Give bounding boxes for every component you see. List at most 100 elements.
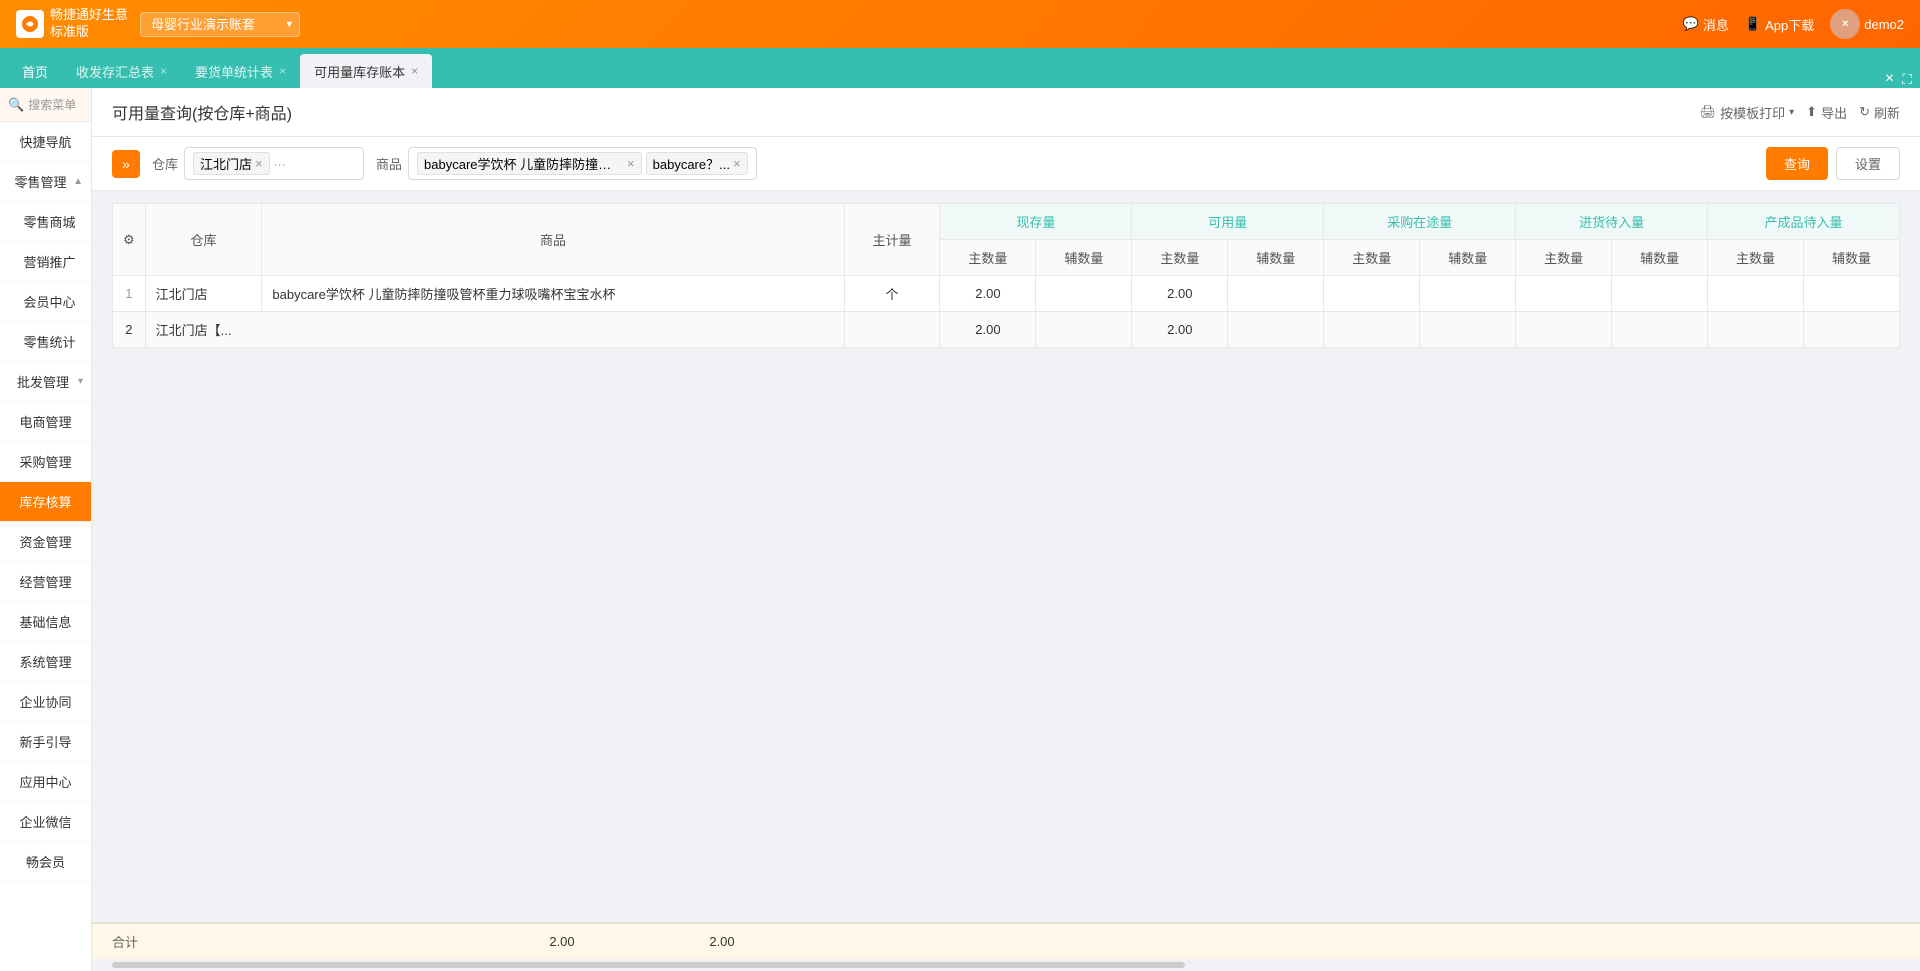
tab-keyongliang[interactable]: 可用量库存账本 × [300,54,432,88]
cell-main-unit: 个 [844,276,940,312]
col-available-main-header: 主数量 [1132,240,1228,276]
settings-icon: ⚙ [123,232,135,247]
close-all-tabs[interactable]: × [1885,70,1894,88]
refresh-icon: ↻ [1859,104,1870,120]
subtotal-purchase-aux [1420,312,1516,348]
sidebar-item-quick-nav[interactable]: 快捷导航 [0,122,91,162]
avatar: × [1830,9,1860,39]
cell-purchase-main [1324,276,1420,312]
page-actions: 🖨 按模板打印 ▾ ⬆ 导出 ↻ 刷新 [1700,103,1900,122]
warehouse-input[interactable]: 江北门店 × ··· [184,147,364,180]
user-avatar[interactable]: × demo2 [1830,9,1904,39]
export-button[interactable]: ⬆ 导出 [1806,103,1847,122]
data-table: ⚙ 仓库 商品 主计量 现存量 可用量 采购在途量 进货待入量 [112,203,1900,348]
message-button[interactable]: 💬 消息 [1683,15,1729,34]
table-row: 1 江北门店 babycare学饮杯 儿童防摔防撞吸管杯重力球吸嘴杯宝宝水杯 个… [113,276,1900,312]
col-product-header: 商品 [262,204,844,276]
product-tag-2: babycare？... × [646,152,748,175]
content-area: 可用量查询(按仓库+商品) 🖨 按模板打印 ▾ ⬆ 导出 ↻ 刷新 » [92,88,1920,971]
sidebar-item-retail-stats[interactable]: 零售统计 [0,322,91,362]
subtotal-inbound-aux [1612,312,1708,348]
setting-button[interactable]: 设置 [1836,147,1900,180]
tab-yaohuo[interactable]: 要货单统计表 × [181,54,300,88]
sidebar-item-appstore[interactable]: 应用中心 [0,762,91,802]
cell-available-main: 2.00 [1132,276,1228,312]
warehouse-filter: 仓库 江北门店 × ··· [152,147,364,180]
sidebar-item-basic[interactable]: 基础信息 [0,602,91,642]
horizontal-scrollbar[interactable] [112,962,1185,968]
subtotal-inbound-main [1516,312,1612,348]
warehouse-tag-1: 江北门店 × [193,152,270,175]
filter-bar: » 仓库 江北门店 × ··· 商品 babycare学饮杯 儿童防摔防撞吸管杯… [92,137,1920,191]
close-tab-1[interactable]: × [160,64,167,78]
col-available-aux-header: 辅数量 [1228,240,1324,276]
refresh-button[interactable]: ↻ 刷新 [1859,103,1900,122]
subtotal-warehouse: 江北门店【... [145,312,844,348]
subtotal-row: 2 江北门店【... 2.00 2.00 [113,312,1900,348]
cell-available-aux [1228,276,1324,312]
nav-tabs-bar: 首页 收发存汇总表 × 要货单统计表 × 可用量库存账本 × × ⛶ [0,48,1920,88]
chevron-icon-retail: ▲ [73,176,83,187]
table-area: ⚙ 仓库 商品 主计量 现存量 可用量 采购在途量 进货待入量 [92,191,1920,922]
tab-bar-actions: × ⛶ [1885,70,1912,88]
subtotal-available-aux [1228,312,1324,348]
col-stock-aux-header: 辅数量 [1036,240,1132,276]
sidebar-item-wechat[interactable]: 企业微信 [0,802,91,842]
col-purchase-aux-header: 辅数量 [1420,240,1516,276]
sidebar-item-member[interactable]: 会员中心 [0,282,91,322]
filter-toggle-button[interactable]: » [112,150,140,178]
query-button[interactable]: 查询 [1766,147,1828,180]
col-mainunit-header: 主计量 [844,204,940,276]
footer-available-total: 2.00 [682,934,762,949]
sidebar: 🔍 搜索菜单 快捷导航 零售管理 ▲ 零售商城 营销推广 会员中心 零售统计 批… [0,88,92,971]
sidebar-item-inventory[interactable]: 库存核算 [0,482,91,522]
sidebar-item-enterprise[interactable]: 企业协同 [0,682,91,722]
sidebar-item-vip[interactable]: 畅会员 [0,842,91,882]
subtotal-purchase-main [1324,312,1420,348]
sidebar-item-retail-mgmt[interactable]: 零售管理 ▲ [0,162,91,202]
cell-stock-aux [1036,276,1132,312]
sidebar-item-newbie[interactable]: 新手引导 [0,722,91,762]
col-inbound-group-header: 进货待入量 [1516,204,1708,240]
sidebar-item-retail-mall[interactable]: 零售商城 [0,202,91,242]
sidebar-item-operations[interactable]: 经营管理 [0,562,91,602]
top-bar-left: 畅捷通好生意 标准版 母婴行业演示账套 [16,7,300,41]
sidebar-item-purchase[interactable]: 采购管理 [0,442,91,482]
org-selector[interactable]: 母婴行业演示账套 [140,12,300,37]
page-header: 可用量查询(按仓库+商品) 🖨 按模板打印 ▾ ⬆ 导出 ↻ 刷新 [92,88,1920,137]
close-tab-2[interactable]: × [279,64,286,78]
product-input[interactable]: babycare学饮杯 儿童防摔防撞吸管杯重力球吸嘴杯宝宝水杯 × babyca… [408,147,757,180]
col-purchase-main-header: 主数量 [1324,240,1420,276]
remove-warehouse-tag[interactable]: × [255,156,263,171]
subtotal-product-main [1708,312,1804,348]
more-dots[interactable]: ··· [274,157,286,171]
remove-product-tag-2[interactable]: × [733,156,741,171]
footer-total-label: 合计 [112,932,172,951]
org-selector-wrap[interactable]: 母婴行业演示账套 [140,12,300,37]
subtotal-num: 2 [113,312,146,348]
col-gear[interactable]: ⚙ [113,204,146,276]
product-tag-1: babycare学饮杯 儿童防摔防撞吸管杯重力球吸嘴杯宝宝水杯 × [417,152,642,175]
sidebar-item-marketing[interactable]: 营销推广 [0,242,91,282]
sidebar-item-finance[interactable]: 资金管理 [0,522,91,562]
sidebar-item-system[interactable]: 系统管理 [0,642,91,682]
message-icon: 💬 [1683,16,1699,32]
col-product-aux-header: 辅数量 [1804,240,1900,276]
remove-product-tag-1[interactable]: × [627,156,635,171]
sidebar-item-wholesale[interactable]: 批发管理 ▾ [0,362,91,402]
cell-warehouse: 江北门店 [145,276,262,312]
product-filter: 商品 babycare学饮杯 儿童防摔防撞吸管杯重力球吸嘴杯宝宝水杯 × bab… [376,147,757,180]
tab-shoufacun[interactable]: 收发存汇总表 × [62,54,181,88]
expand-tabs[interactable]: ⛶ [1902,71,1912,88]
sidebar-item-ecommerce[interactable]: 电商管理 [0,402,91,442]
close-tab-3[interactable]: × [411,64,418,78]
print-button[interactable]: 🖨 按模板打印 ▾ [1700,103,1795,122]
col-warehouse-header: 仓库 [145,204,262,276]
col-stock-main-header: 主数量 [940,240,1036,276]
col-purchase-group-header: 采购在途量 [1324,204,1516,240]
download-button[interactable]: 📱 App下载 [1745,15,1814,34]
sidebar-search[interactable]: 🔍 搜索菜单 [0,88,91,122]
filter-actions: 查询 设置 [1766,147,1900,180]
tab-home[interactable]: 首页 [8,54,62,88]
print-icon: 🖨 [1700,104,1717,120]
